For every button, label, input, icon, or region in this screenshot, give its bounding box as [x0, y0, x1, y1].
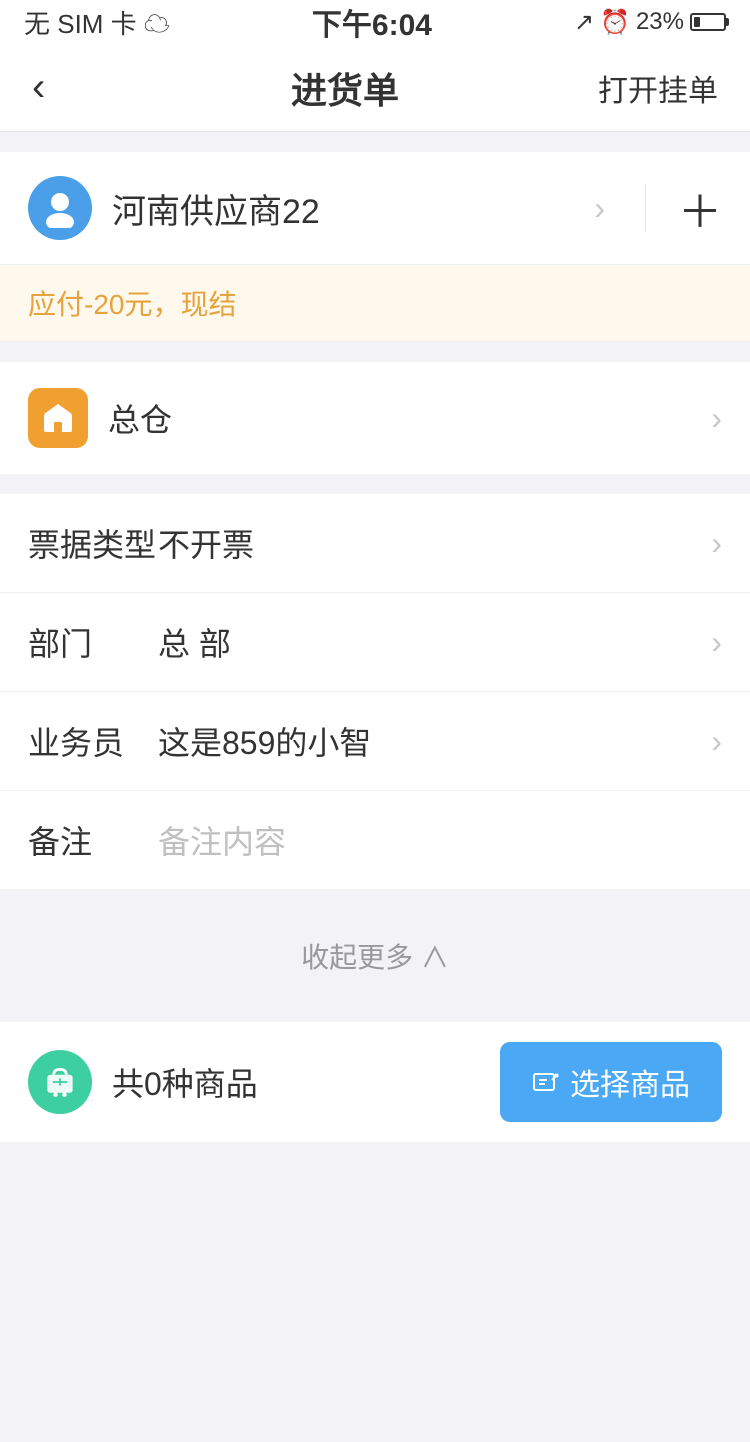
open-pending-button[interactable]: 打开挂单 — [598, 66, 718, 110]
status-right: ↗ ⏰ 23% — [574, 8, 726, 37]
salesperson-value: 这是859的小智 — [158, 718, 711, 764]
battery-icon — [690, 13, 726, 31]
page-title: 进货单 — [291, 62, 399, 114]
remark-input[interactable]: 备注内容 — [158, 817, 722, 863]
notice-banner: 应付-20元，现结 — [0, 265, 750, 342]
salesperson-chevron-icon: › — [711, 723, 722, 760]
form-fields-card: 票据类型 不开票 › 部门 总 部 › 业务员 这是859的小智 › 备注 备注… — [0, 494, 750, 890]
department-row[interactable]: 部门 总 部 › — [0, 593, 750, 692]
select-product-label: 选择商品 — [570, 1060, 690, 1104]
cart-icon — [42, 1064, 78, 1100]
department-chevron-icon: › — [711, 624, 722, 661]
supplier-chevron-icon: › — [594, 190, 605, 227]
supplier-name: 河南供应商22 — [112, 184, 594, 233]
person-icon — [40, 188, 80, 228]
battery-percent: 23% — [636, 8, 684, 36]
location-icon: ↗ — [574, 8, 594, 37]
add-supplier-button[interactable]: ＋ — [678, 176, 722, 240]
remark-label: 备注 — [28, 817, 158, 863]
warehouse-card: 总仓 › — [0, 362, 750, 474]
select-product-icon — [532, 1068, 560, 1096]
select-product-button[interactable]: 选择商品 — [500, 1042, 722, 1122]
supplier-avatar — [28, 176, 92, 240]
salesperson-label: 业务员 — [28, 718, 158, 764]
invoice-type-label: 票据类型 — [28, 520, 158, 566]
invoice-type-value: 不开票 — [158, 520, 711, 566]
department-label: 部门 — [28, 619, 158, 665]
status-left: 无 SIM 卡 ☁ — [24, 4, 170, 41]
supplier-row[interactable]: 河南供应商22 › ＋ — [0, 152, 750, 265]
nav-bar: ‹ 进货单 打开挂单 — [0, 44, 750, 132]
sim-label: 无 SIM 卡 ☁ — [24, 4, 170, 41]
collapse-button[interactable]: 收起更多 ∧ — [0, 910, 750, 1002]
remark-row[interactable]: 备注 备注内容 — [0, 791, 750, 890]
alarm-icon: ⏰ — [600, 8, 630, 37]
warehouse-icon — [40, 400, 76, 436]
divider — [645, 184, 646, 232]
invoice-type-row[interactable]: 票据类型 不开票 › — [0, 494, 750, 593]
product-count: 共0种商品 — [112, 1059, 500, 1105]
warehouse-chevron-icon: › — [711, 400, 722, 437]
warehouse-icon-wrapper — [28, 388, 88, 448]
department-value: 总 部 — [158, 619, 711, 665]
warehouse-row[interactable]: 总仓 › — [0, 362, 750, 474]
supplier-card: 河南供应商22 › ＋ 应付-20元，现结 — [0, 152, 750, 342]
section-gap — [0, 132, 750, 152]
page-fill — [0, 1162, 750, 1442]
product-icon-wrapper — [28, 1050, 92, 1114]
warehouse-name: 总仓 — [108, 395, 711, 441]
section-gap2 — [0, 1002, 750, 1022]
invoice-type-chevron-icon: › — [711, 525, 722, 562]
back-button[interactable]: ‹ — [32, 65, 92, 110]
product-bar: 共0种商品 选择商品 — [0, 1022, 750, 1142]
status-bar: 无 SIM 卡 ☁ 下午6:04 ↗ ⏰ 23% — [0, 0, 750, 44]
salesperson-row[interactable]: 业务员 这是859的小智 › — [0, 692, 750, 791]
status-time: 下午6:04 — [312, 0, 432, 44]
